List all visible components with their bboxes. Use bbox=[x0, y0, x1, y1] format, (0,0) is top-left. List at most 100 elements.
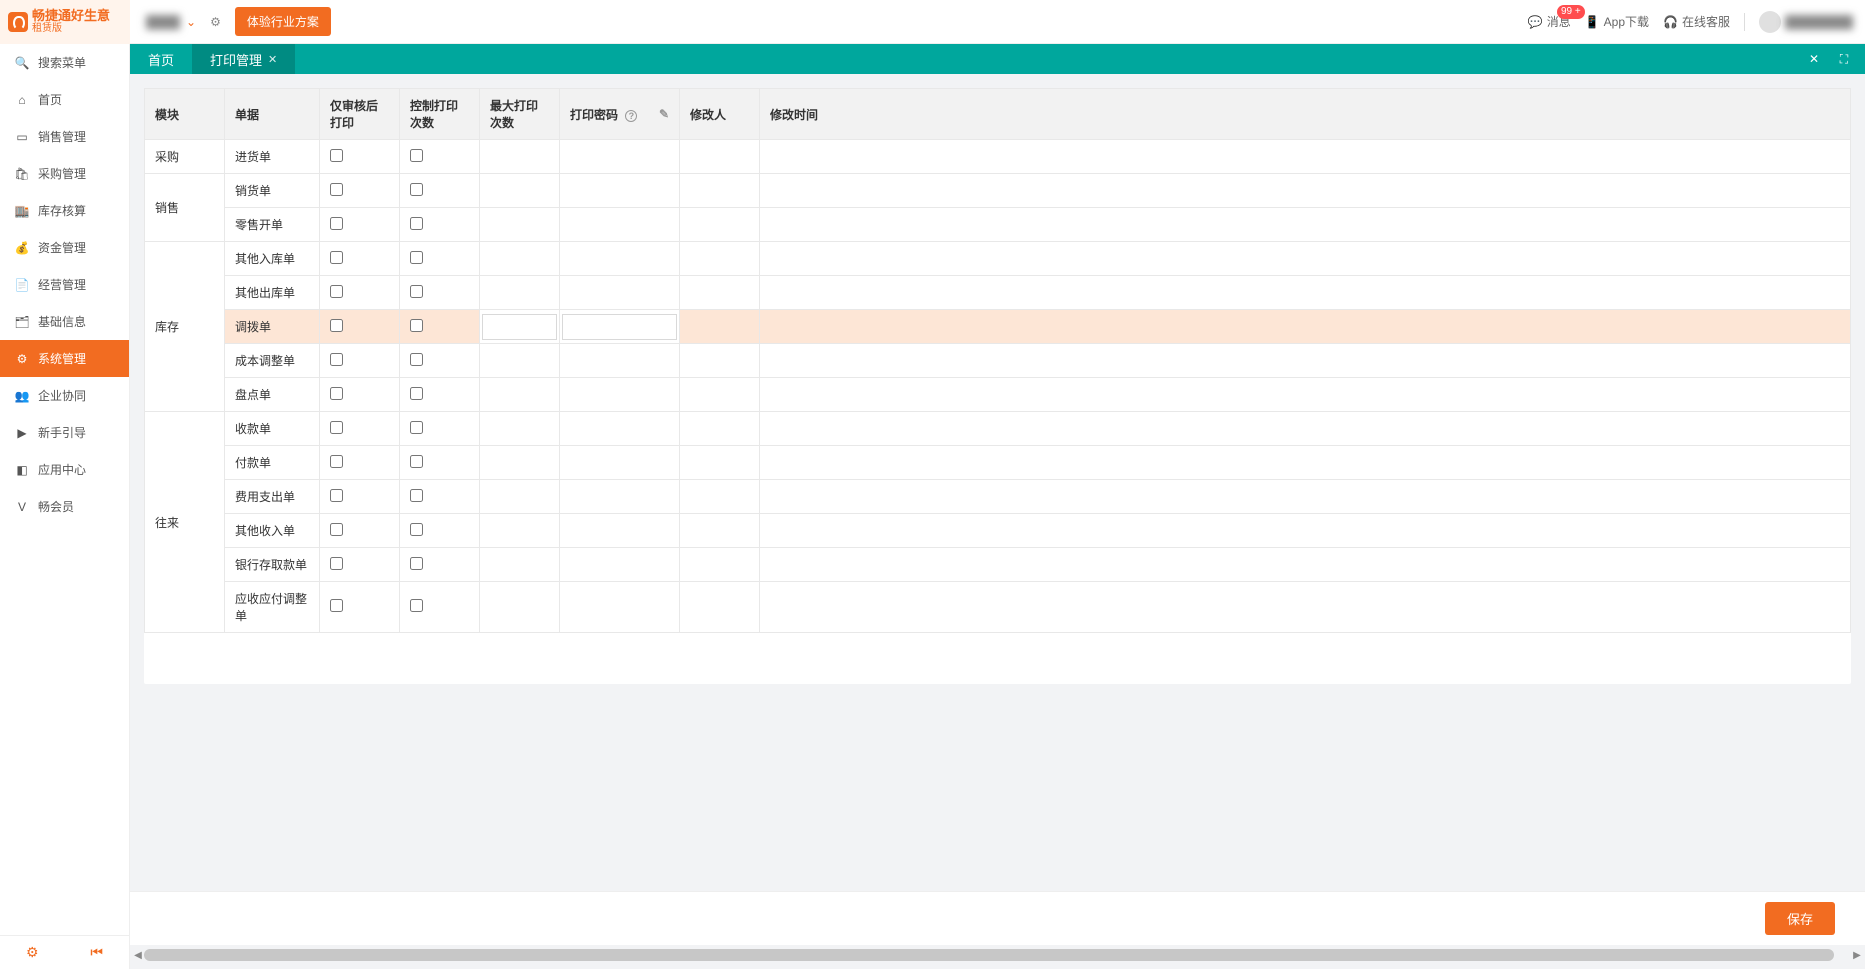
audit-only-checkbox[interactable] bbox=[330, 319, 343, 332]
save-button[interactable]: 保存 bbox=[1765, 902, 1835, 935]
sidebar-item-7[interactable]: 🗂基础信息 bbox=[0, 303, 129, 340]
audit-only-cell bbox=[320, 514, 400, 548]
online-service-link[interactable]: 🎧 在线客服 bbox=[1663, 13, 1730, 30]
sidebar-item-4[interactable]: 🏬库存核算 bbox=[0, 192, 129, 229]
experience-plan-button[interactable]: 体验行业方案 bbox=[235, 7, 331, 36]
col-max-header: 最大打印次数 bbox=[480, 89, 560, 140]
fullscreen-icon[interactable]: ⛶ bbox=[1833, 48, 1855, 70]
sidebar-item-0[interactable]: 🔍搜索菜单 bbox=[0, 44, 129, 81]
tab-0[interactable]: 首页 bbox=[130, 44, 192, 74]
control-count-checkbox[interactable] bbox=[410, 455, 423, 468]
control-count-cell bbox=[400, 446, 480, 480]
print-pwd-input[interactable] bbox=[562, 314, 677, 340]
sidebar-item-10[interactable]: ▶新手引导 bbox=[0, 414, 129, 451]
sidebar-item-label: 企业协同 bbox=[38, 387, 86, 404]
audit-only-checkbox[interactable] bbox=[330, 421, 343, 434]
messages-link[interactable]: 💬 消息 99 + bbox=[1528, 13, 1571, 30]
close-all-tabs-icon[interactable]: ✕ bbox=[1803, 48, 1825, 70]
tab-1[interactable]: 打印管理✕ bbox=[192, 44, 295, 74]
doc-cell: 调拨单 bbox=[225, 310, 320, 344]
audit-only-checkbox[interactable] bbox=[330, 599, 343, 612]
sidebar-item-6[interactable]: 📄经营管理 bbox=[0, 266, 129, 303]
table-row: 银行存取款单 bbox=[145, 548, 1851, 582]
phone-icon: 📱 bbox=[1585, 15, 1600, 29]
control-count-checkbox[interactable] bbox=[410, 421, 423, 434]
control-count-cell bbox=[400, 140, 480, 174]
scrollbar-thumb[interactable] bbox=[144, 949, 1834, 961]
sidebar-item-icon: ▭ bbox=[14, 129, 30, 145]
sidebar-item-9[interactable]: 👥企业协同 bbox=[0, 377, 129, 414]
edit-icon[interactable]: ✎ bbox=[659, 107, 669, 121]
control-count-checkbox[interactable] bbox=[410, 489, 423, 502]
control-count-checkbox[interactable] bbox=[410, 183, 423, 196]
collapse-icon[interactable]: ⏮ bbox=[90, 944, 103, 961]
audit-only-checkbox[interactable] bbox=[330, 387, 343, 400]
audit-only-checkbox[interactable] bbox=[330, 557, 343, 570]
sidebar-item-11[interactable]: ◧应用中心 bbox=[0, 451, 129, 488]
help-icon[interactable]: ? bbox=[625, 110, 637, 122]
control-count-checkbox[interactable] bbox=[410, 557, 423, 570]
sidebar-item-label: 搜索菜单 bbox=[38, 54, 86, 71]
control-count-checkbox[interactable] bbox=[410, 149, 423, 162]
col-modifier-header: 修改人 bbox=[680, 89, 760, 140]
audit-only-checkbox[interactable] bbox=[330, 183, 343, 196]
audit-only-checkbox[interactable] bbox=[330, 149, 343, 162]
sidebar-item-1[interactable]: ⌂首页 bbox=[0, 81, 129, 118]
modify-time-cell bbox=[760, 208, 1851, 242]
control-count-checkbox[interactable] bbox=[410, 387, 423, 400]
sidebar-item-label: 应用中心 bbox=[38, 461, 86, 478]
print-pwd-cell bbox=[560, 480, 680, 514]
control-count-checkbox[interactable] bbox=[410, 319, 423, 332]
max-count-cell bbox=[480, 548, 560, 582]
logo-icon bbox=[8, 12, 28, 32]
sidebar-item-icon: V bbox=[14, 499, 30, 515]
modify-time-cell bbox=[760, 412, 1851, 446]
horizontal-scrollbar[interactable]: ◀ ▶ bbox=[144, 949, 1851, 961]
gear-icon[interactable]: ⚙ bbox=[210, 15, 221, 29]
control-count-checkbox[interactable] bbox=[410, 599, 423, 612]
user-name: ████████ bbox=[1785, 15, 1853, 29]
close-icon[interactable]: ✕ bbox=[268, 53, 277, 66]
sidebar-item-3[interactable]: 🛍采购管理 bbox=[0, 155, 129, 192]
sidebar-item-8[interactable]: ⚙系统管理 bbox=[0, 340, 129, 377]
audit-only-checkbox[interactable] bbox=[330, 523, 343, 536]
control-count-checkbox[interactable] bbox=[410, 251, 423, 264]
scroll-right-icon[interactable]: ▶ bbox=[1851, 949, 1863, 961]
audit-only-checkbox[interactable] bbox=[330, 455, 343, 468]
audit-only-checkbox[interactable] bbox=[330, 285, 343, 298]
logo-area: 畅捷通好生意 租赁版 bbox=[0, 0, 130, 44]
user-menu[interactable]: ████████ bbox=[1759, 11, 1853, 33]
table-row: 零售开单 bbox=[145, 208, 1851, 242]
company-selector[interactable]: ████ ⌄ ⚙ bbox=[146, 15, 235, 29]
control-count-checkbox[interactable] bbox=[410, 523, 423, 536]
max-count-cell bbox=[480, 344, 560, 378]
sidebar-item-5[interactable]: 💰资金管理 bbox=[0, 229, 129, 266]
audit-only-checkbox[interactable] bbox=[330, 251, 343, 264]
top-bar: 畅捷通好生意 租赁版 ████ ⌄ ⚙ 体验行业方案 💬 消息 99 + 📱 A… bbox=[0, 0, 1865, 44]
modifier-cell bbox=[680, 174, 760, 208]
control-count-cell bbox=[400, 480, 480, 514]
control-count-checkbox[interactable] bbox=[410, 217, 423, 230]
audit-only-checkbox[interactable] bbox=[330, 489, 343, 502]
audit-only-checkbox[interactable] bbox=[330, 217, 343, 230]
audit-only-checkbox[interactable] bbox=[330, 353, 343, 366]
print-pwd-cell bbox=[560, 276, 680, 310]
table-row: 盘点单 bbox=[145, 378, 1851, 412]
sidebar-item-icon: 📄 bbox=[14, 277, 30, 293]
app-download-link[interactable]: 📱 App下载 bbox=[1585, 13, 1649, 30]
control-count-checkbox[interactable] bbox=[410, 353, 423, 366]
sidebar-item-2[interactable]: ▭销售管理 bbox=[0, 118, 129, 155]
audit-only-cell bbox=[320, 208, 400, 242]
doc-cell: 成本调整单 bbox=[225, 344, 320, 378]
control-count-checkbox[interactable] bbox=[410, 285, 423, 298]
doc-cell: 销货单 bbox=[225, 174, 320, 208]
col-time-header: 修改时间 bbox=[760, 89, 1851, 140]
modifier-cell bbox=[680, 140, 760, 174]
scroll-left-icon[interactable]: ◀ bbox=[132, 949, 144, 961]
print-pwd-cell bbox=[560, 310, 680, 344]
max-count-cell bbox=[480, 446, 560, 480]
doc-cell: 银行存取款单 bbox=[225, 548, 320, 582]
settings-icon[interactable]: ⚙ bbox=[26, 944, 39, 961]
sidebar-item-12[interactable]: V畅会员 bbox=[0, 488, 129, 525]
max-count-input[interactable] bbox=[482, 314, 557, 340]
